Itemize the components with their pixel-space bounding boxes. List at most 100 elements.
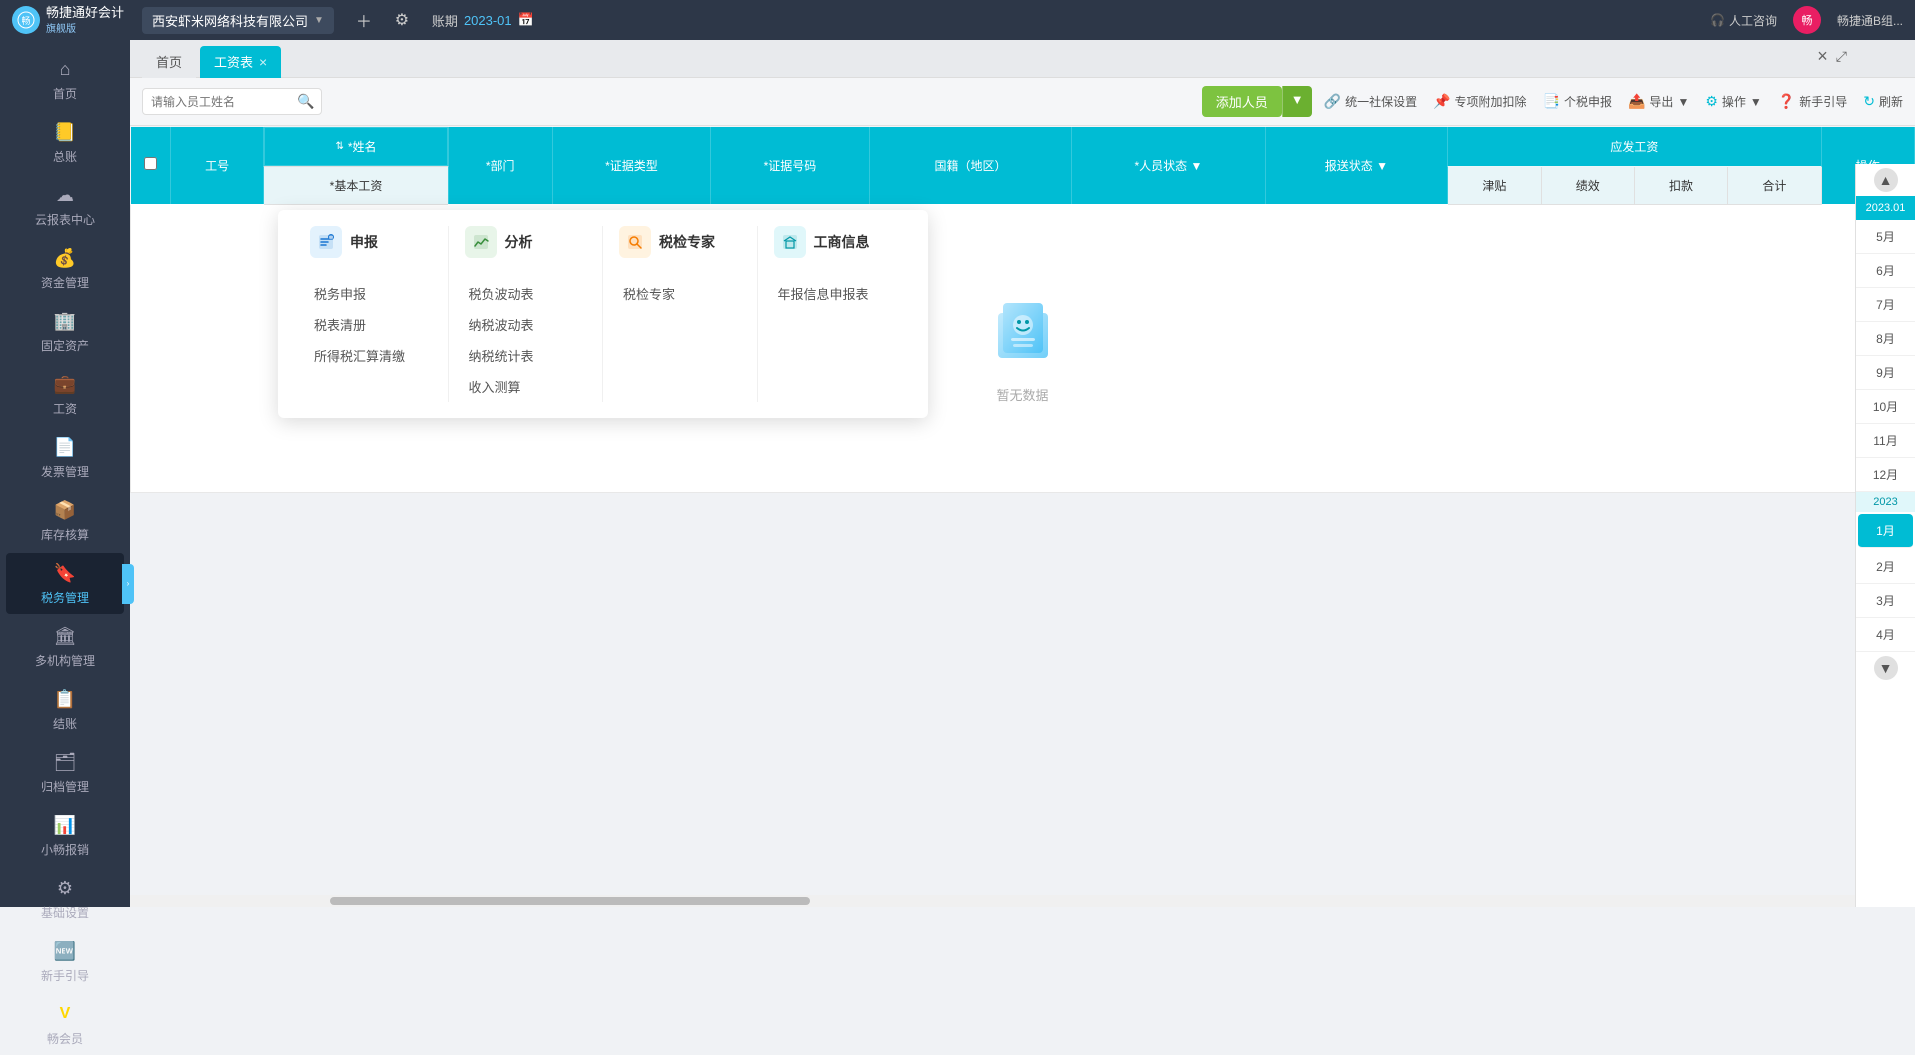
multi-icon: 🏛 xyxy=(53,624,77,648)
scroll-thumb[interactable] xyxy=(330,897,810,905)
cal-month-6[interactable]: 6月 xyxy=(1856,254,1915,288)
menu-income-tax[interactable]: 所得税汇算清缴 xyxy=(310,340,432,371)
add-person-btn[interactable]: 添加人员 xyxy=(1202,86,1282,117)
user-avatar[interactable]: 畅 xyxy=(1793,6,1821,34)
sidebar-item-settle[interactable]: 📋 结账 xyxy=(6,679,124,740)
action-export[interactable]: 📤 导出 ▼ xyxy=(1628,93,1689,110)
menu-tax-form[interactable]: 税表清册 xyxy=(310,309,432,340)
sidebar-item-basic[interactable]: ⚙ 基础设置 xyxy=(6,868,124,929)
basic-icon: ⚙ xyxy=(53,876,77,900)
menu-tax-burden[interactable]: 税负波动表 xyxy=(465,278,587,309)
col-name: ⇅ *姓名 xyxy=(264,127,447,166)
menu-income-calc[interactable]: 收入测算 xyxy=(465,371,587,402)
sidebar-item-salary[interactable]: 💼 工资 xyxy=(6,364,124,425)
sidebar-item-fund[interactable]: 💰 资金管理 xyxy=(6,238,124,299)
company-dropdown-arrow: ▼ xyxy=(314,15,324,26)
sidebar-item-guide[interactable]: 🆕 新手引导 xyxy=(6,931,124,992)
dropdown-section-analysis: 分析 税负波动表 纳税波动表 纳税统计表 收入测算 xyxy=(449,226,604,402)
sidebar-collapse-btn[interactable]: › xyxy=(122,564,134,604)
col-report-status: 报送状态 ▼ xyxy=(1265,127,1448,205)
col-status: *人员状态 ▼ xyxy=(1072,127,1265,205)
sidebar-label-salary: 工资 xyxy=(53,400,77,417)
service-btn[interactable]: 🎧 人工咨询 xyxy=(1710,12,1777,29)
action-guide[interactable]: ❓ 新手引导 xyxy=(1778,93,1847,110)
search-input[interactable] xyxy=(151,95,291,109)
cal-month-1[interactable]: 1月 xyxy=(1858,514,1913,548)
action-operate[interactable]: ⚙ 操作 ▼ xyxy=(1705,93,1761,110)
section-title-expert: 税检专家 xyxy=(619,226,741,266)
main-layout: ⌂ 首页 📒 总账 ☁ 云报表中心 💰 资金管理 🏢 固定资产 💼 工资 📄 发… xyxy=(0,40,1915,907)
sidebar-item-tax[interactable]: 🔖 税务管理 › xyxy=(6,553,124,614)
empty-icon xyxy=(983,293,1063,373)
sidebar-label-invoice: 发票管理 xyxy=(41,463,89,480)
cal-month-11[interactable]: 11月 xyxy=(1856,424,1915,458)
cal-month-7[interactable]: 7月 xyxy=(1856,288,1915,322)
sidebar-item-ledger[interactable]: 📒 总账 xyxy=(6,112,124,173)
close-window-btn[interactable]: × xyxy=(1817,46,1828,67)
operate-arrow-icon: ▼ xyxy=(1750,95,1762,109)
cal-month-5[interactable]: 5月 xyxy=(1856,220,1915,254)
cal-month-10[interactable]: 10月 xyxy=(1856,390,1915,424)
cloud-icon: ☁ xyxy=(53,183,77,207)
expand-window-btn[interactable]: ⤢ xyxy=(1836,48,1847,65)
company-selector[interactable]: 西安虾米网络科技有限公司 ▼ xyxy=(142,7,334,34)
menu-tax-stats[interactable]: 纳税统计表 xyxy=(465,340,587,371)
tab-salary-table[interactable]: 工资表 × xyxy=(200,46,281,78)
action-deduction-label: 专项附加扣除 xyxy=(1455,93,1527,110)
sales-icon: 📊 xyxy=(53,813,77,837)
cal-month-12[interactable]: 12月 xyxy=(1856,458,1915,492)
action-deduction[interactable]: 📌 专项附加扣除 xyxy=(1433,93,1526,110)
tab-close-btn[interactable]: × xyxy=(259,55,267,69)
user-name[interactable]: 畅捷通B组... xyxy=(1837,12,1903,29)
service-label: 人工咨询 xyxy=(1729,12,1777,29)
tab-home[interactable]: 首页 xyxy=(142,46,196,78)
col-checkbox[interactable] xyxy=(131,127,171,205)
cal-month-2[interactable]: 2月 xyxy=(1856,550,1915,584)
deduction-icon: 📌 xyxy=(1433,93,1450,110)
cal-nav-down[interactable]: ▼ xyxy=(1874,656,1898,680)
sidebar-item-report[interactable]: ☁ 云报表中心 xyxy=(6,175,124,236)
select-all-checkbox[interactable] xyxy=(144,157,157,170)
headset-icon: 🎧 xyxy=(1710,13,1725,27)
report-filter-icon[interactable]: ▼ xyxy=(1376,159,1388,173)
header-right: 🎧 人工咨询 畅 畅捷通B组... xyxy=(1710,6,1903,34)
cal-month-3[interactable]: 3月 xyxy=(1856,584,1915,618)
tab-salary-label: 工资表 xyxy=(214,52,253,71)
status-filter-icon[interactable]: ▼ xyxy=(1191,159,1203,173)
export-icon: 📤 xyxy=(1628,93,1645,110)
menu-expert[interactable]: 税检专家 xyxy=(619,278,741,309)
menu-tax-payment[interactable]: 纳税波动表 xyxy=(465,309,587,340)
declaration-section-icon: 申 xyxy=(310,226,342,258)
horizontal-scrollbar[interactable] xyxy=(130,895,1915,907)
sidebar-item-invoice[interactable]: 📄 发票管理 xyxy=(6,427,124,488)
menu-annual-report[interactable]: 年报信息申报表 xyxy=(774,278,897,309)
ledger-icon: 📒 xyxy=(53,120,77,144)
sidebar-item-vip[interactable]: V 畅会员 xyxy=(6,994,124,1055)
add-person-dropdown-btn[interactable]: ▼ xyxy=(1282,86,1312,117)
app-edition: 旗舰版 xyxy=(46,20,124,35)
menu-tax-decl[interactable]: 税务申报 xyxy=(310,278,432,309)
sidebar-item-assets[interactable]: 🏢 固定资产 xyxy=(6,301,124,362)
settings-icon[interactable]: ⚙ xyxy=(388,6,416,34)
add-company-btn[interactable]: ＋ xyxy=(350,6,378,34)
sidebar-label-settle: 结账 xyxy=(53,715,77,732)
sidebar-label-inventory: 库存核算 xyxy=(41,526,89,543)
action-social-insurance[interactable]: 🔗 统一社保设置 xyxy=(1324,93,1417,110)
period-value: 2023-01 xyxy=(464,13,512,28)
sidebar-item-archive[interactable]: 🗂 归档管理 xyxy=(6,742,124,803)
action-tax-report[interactable]: 📑 个税申报 xyxy=(1543,93,1612,110)
sidebar-item-inventory[interactable]: 📦 库存核算 xyxy=(6,490,124,551)
logo-icon: 畅 xyxy=(12,6,40,34)
calendar-icon[interactable]: 📅 xyxy=(518,12,534,28)
sidebar-label-multi: 多机构管理 xyxy=(35,652,95,669)
sidebar-item-multi[interactable]: 🏛 多机构管理 xyxy=(6,616,124,677)
cal-month-4[interactable]: 4月 xyxy=(1856,618,1915,652)
action-refresh[interactable]: ↻ 刷新 xyxy=(1863,93,1903,110)
cal-month-8[interactable]: 8月 xyxy=(1856,322,1915,356)
sidebar-item-home[interactable]: ⌂ 首页 xyxy=(6,49,124,110)
sidebar-item-sales[interactable]: 📊 小畅报销 xyxy=(6,805,124,866)
search-icon: 🔍 xyxy=(297,93,314,110)
cal-nav-up[interactable]: ▲ xyxy=(1874,168,1898,192)
cal-month-9[interactable]: 9月 xyxy=(1856,356,1915,390)
fund-icon: 💰 xyxy=(53,246,77,270)
